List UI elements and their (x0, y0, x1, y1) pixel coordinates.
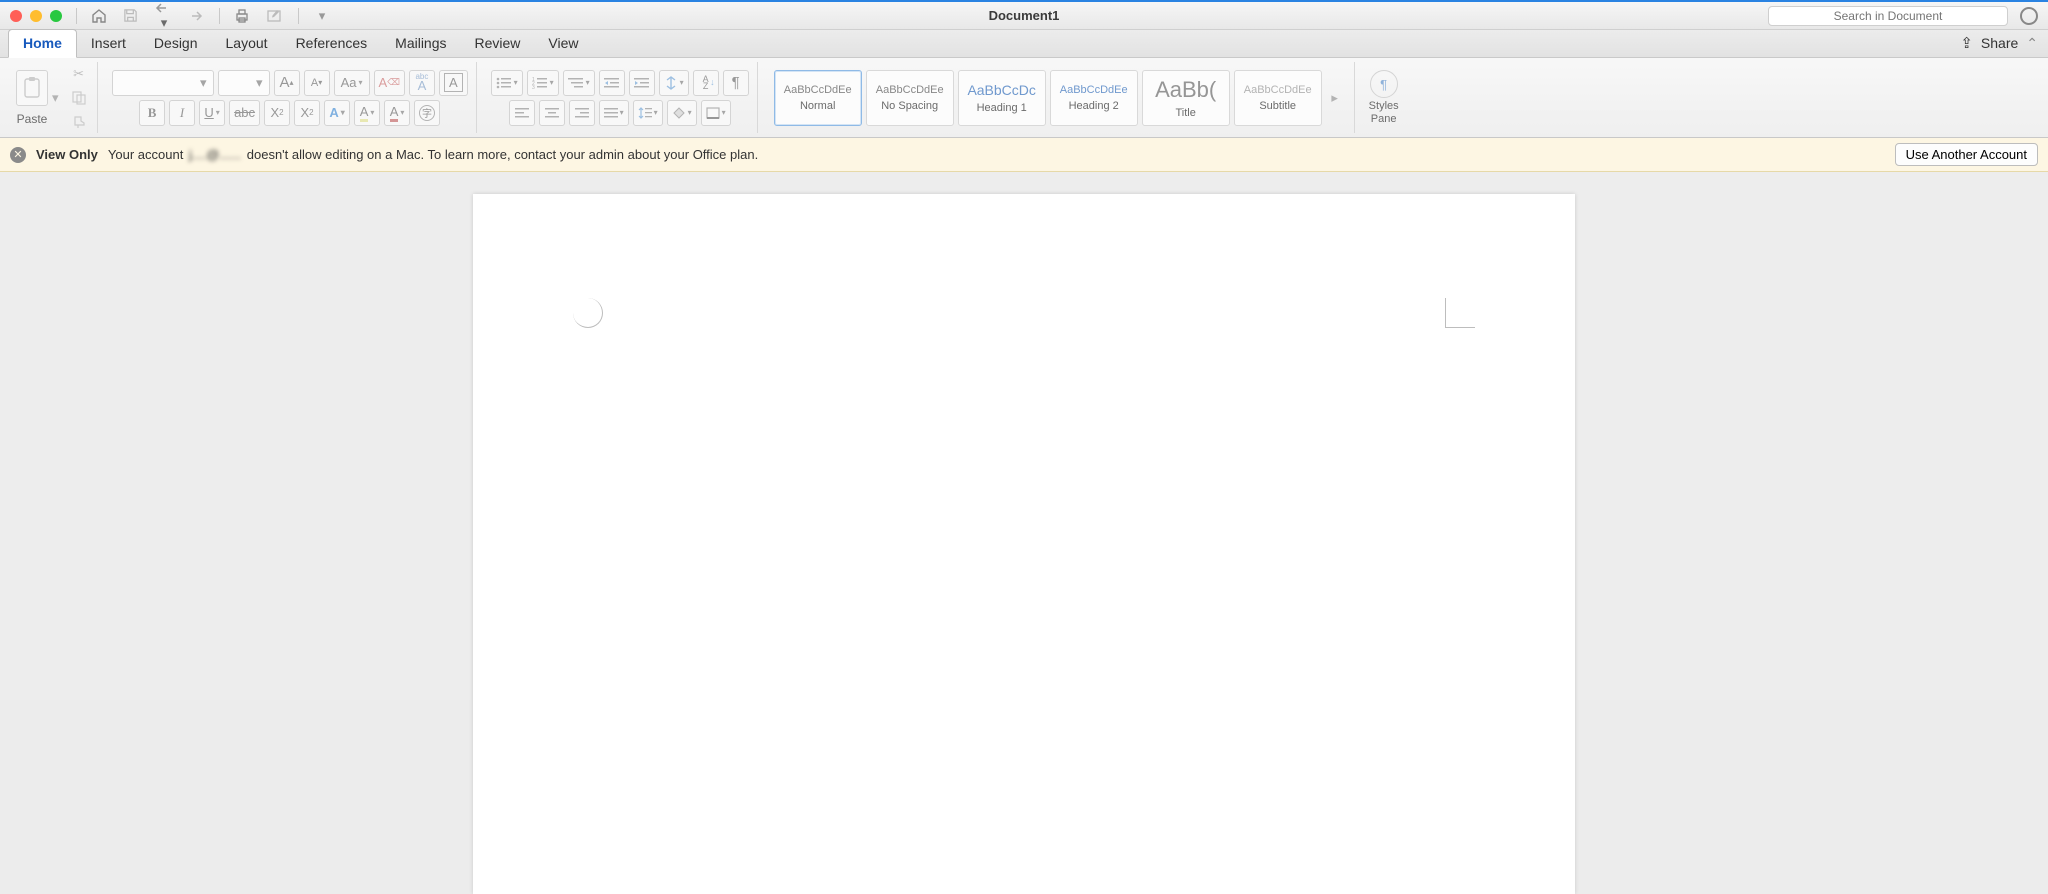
styles-pane-button[interactable]: ¶ Styles Pane (1369, 70, 1399, 124)
justify-button[interactable]: ▾ (599, 100, 629, 126)
tab-view[interactable]: View (534, 30, 592, 57)
shrink-font-button[interactable]: A▾ (304, 70, 330, 96)
tab-design[interactable]: Design (140, 30, 212, 57)
style-normal[interactable]: AaBbCcDdEe Normal (774, 70, 862, 126)
notification-title: View Only (36, 147, 98, 162)
notification-text: Your account j....@...... doesn't allow … (108, 147, 758, 162)
svg-text:3: 3 (532, 85, 535, 89)
decrease-indent-button[interactable] (599, 70, 625, 96)
save-icon[interactable] (123, 8, 141, 23)
zoom-window-button[interactable] (50, 10, 62, 22)
highlight-button[interactable]: A▾ (354, 100, 380, 126)
style-heading-1[interactable]: AaBbCcDc Heading 1 (958, 70, 1046, 126)
increase-indent-button[interactable] (629, 70, 655, 96)
ribbon-home: Paste ▾ ✂ ▾ ▾ A▴ A▾ Aa▾ A⌫ abcA A B I (0, 58, 2048, 138)
tab-insert[interactable]: Insert (77, 30, 140, 57)
share-button[interactable]: Share (1981, 35, 2018, 51)
multilevel-list-button[interactable]: ▾ (563, 70, 595, 96)
close-notification-icon[interactable]: ✕ (10, 147, 26, 163)
borders-button[interactable]: ▾ (701, 100, 731, 126)
undo-icon[interactable]: ▾ (155, 1, 173, 31)
tab-references[interactable]: References (282, 30, 382, 57)
line-spacing-button[interactable]: ▾ (633, 100, 663, 126)
minimize-window-button[interactable] (30, 10, 42, 22)
tab-home[interactable]: Home (8, 29, 77, 58)
sort-button[interactable]: AZ↓ (693, 70, 719, 96)
page-1[interactable] (473, 194, 1575, 894)
numbering-button[interactable]: 123▾ (527, 70, 559, 96)
style-subtitle[interactable]: AaBbCcDdEe Subtitle (1234, 70, 1322, 126)
font-size-dropdown[interactable]: ▾ (218, 70, 270, 96)
tab-layout[interactable]: Layout (212, 30, 282, 57)
notification-bar: ✕ View Only Your account j....@...... do… (0, 138, 2048, 172)
window-controls (10, 10, 62, 22)
search-input[interactable] (1768, 6, 2008, 26)
text-effects-button[interactable]: A▾ (324, 100, 350, 126)
enclose-characters-button[interactable]: 字 (414, 100, 440, 126)
align-center-button[interactable] (539, 100, 565, 126)
strikethrough-button[interactable]: abc (229, 100, 260, 126)
collapse-ribbon-icon[interactable]: ⌃ (2026, 35, 2038, 52)
align-left-button[interactable] (509, 100, 535, 126)
titlebar: ▾ ▾ Document1 (0, 0, 2048, 30)
italic-button[interactable]: I (169, 100, 195, 126)
share-icon[interactable]: ⇪ (1960, 34, 1973, 52)
align-right-button[interactable] (569, 100, 595, 126)
group-styles: AaBbCcDdEe Normal AaBbCcDdEe No Spacing … (764, 62, 1355, 133)
change-case-button[interactable]: Aa▾ (334, 70, 370, 96)
format-painter-icon[interactable] (69, 113, 89, 131)
close-window-button[interactable] (10, 10, 22, 22)
shading-button[interactable]: ▾ (667, 100, 697, 126)
grow-font-button[interactable]: A▴ (274, 70, 300, 96)
bold-button[interactable]: B (139, 100, 165, 126)
underline-button[interactable]: U▾ (199, 100, 225, 126)
asian-layout-button[interactable]: ▾ (659, 70, 689, 96)
clear-formatting-button[interactable]: A⌫ (374, 70, 405, 96)
character-border-button[interactable]: A (439, 70, 468, 96)
bullets-button[interactable]: ▾ (491, 70, 523, 96)
template-icon[interactable] (266, 8, 284, 24)
subscript-button[interactable]: X2 (264, 100, 290, 126)
show-paragraph-marks-button[interactable]: ¶ (723, 70, 749, 96)
paste-dropdown-icon[interactable]: ▾ (52, 90, 59, 106)
font-name-dropdown[interactable]: ▾ (112, 70, 214, 96)
group-styles-pane: ¶ Styles Pane (1361, 62, 1407, 133)
group-paragraph: ▾ 123▾ ▾ ▾ AZ↓ ¶ ▾ ▾ ▾ ▾ (483, 62, 758, 133)
margin-corner-tl (573, 298, 603, 328)
superscript-button[interactable]: X2 (294, 100, 320, 126)
styles-pane-icon: ¶ (1370, 70, 1398, 98)
use-another-account-button[interactable]: Use Another Account (1895, 143, 2038, 166)
style-heading-2[interactable]: AaBbCcDdEe Heading 2 (1050, 70, 1138, 126)
tab-review[interactable]: Review (461, 30, 535, 57)
style-no-spacing[interactable]: AaBbCcDdEe No Spacing (866, 70, 954, 126)
copy-icon[interactable] (69, 89, 89, 107)
customize-qat-icon[interactable]: ▾ (313, 8, 331, 24)
ribbon-tabs: Home Insert Design Layout References Mai… (0, 30, 2048, 58)
cut-icon[interactable]: ✂ (69, 65, 89, 83)
font-color-button[interactable]: A▾ (384, 100, 410, 126)
paste-label: Paste (17, 112, 48, 126)
style-title[interactable]: AaBb( Title (1142, 70, 1230, 126)
document-title: Document1 (989, 8, 1060, 23)
styles-gallery-more-icon[interactable]: ▸ (1326, 70, 1344, 126)
margin-corner-tr (1445, 298, 1475, 328)
home-icon[interactable] (91, 8, 109, 24)
phonetic-guide-button[interactable]: abcA (409, 70, 435, 96)
tab-mailings[interactable]: Mailings (381, 30, 460, 57)
print-icon[interactable] (234, 8, 252, 24)
group-font: ▾ ▾ A▴ A▾ Aa▾ A⌫ abcA A B I U▾ abc X2 X2… (104, 62, 477, 133)
quick-access-toolbar: ▾ ▾ (76, 1, 331, 31)
sync-status-icon[interactable] (2020, 7, 2038, 25)
document-canvas (0, 172, 2048, 700)
group-clipboard: Paste ▾ ✂ (8, 62, 98, 133)
redo-icon[interactable] (187, 9, 205, 23)
paste-button[interactable] (16, 70, 48, 106)
